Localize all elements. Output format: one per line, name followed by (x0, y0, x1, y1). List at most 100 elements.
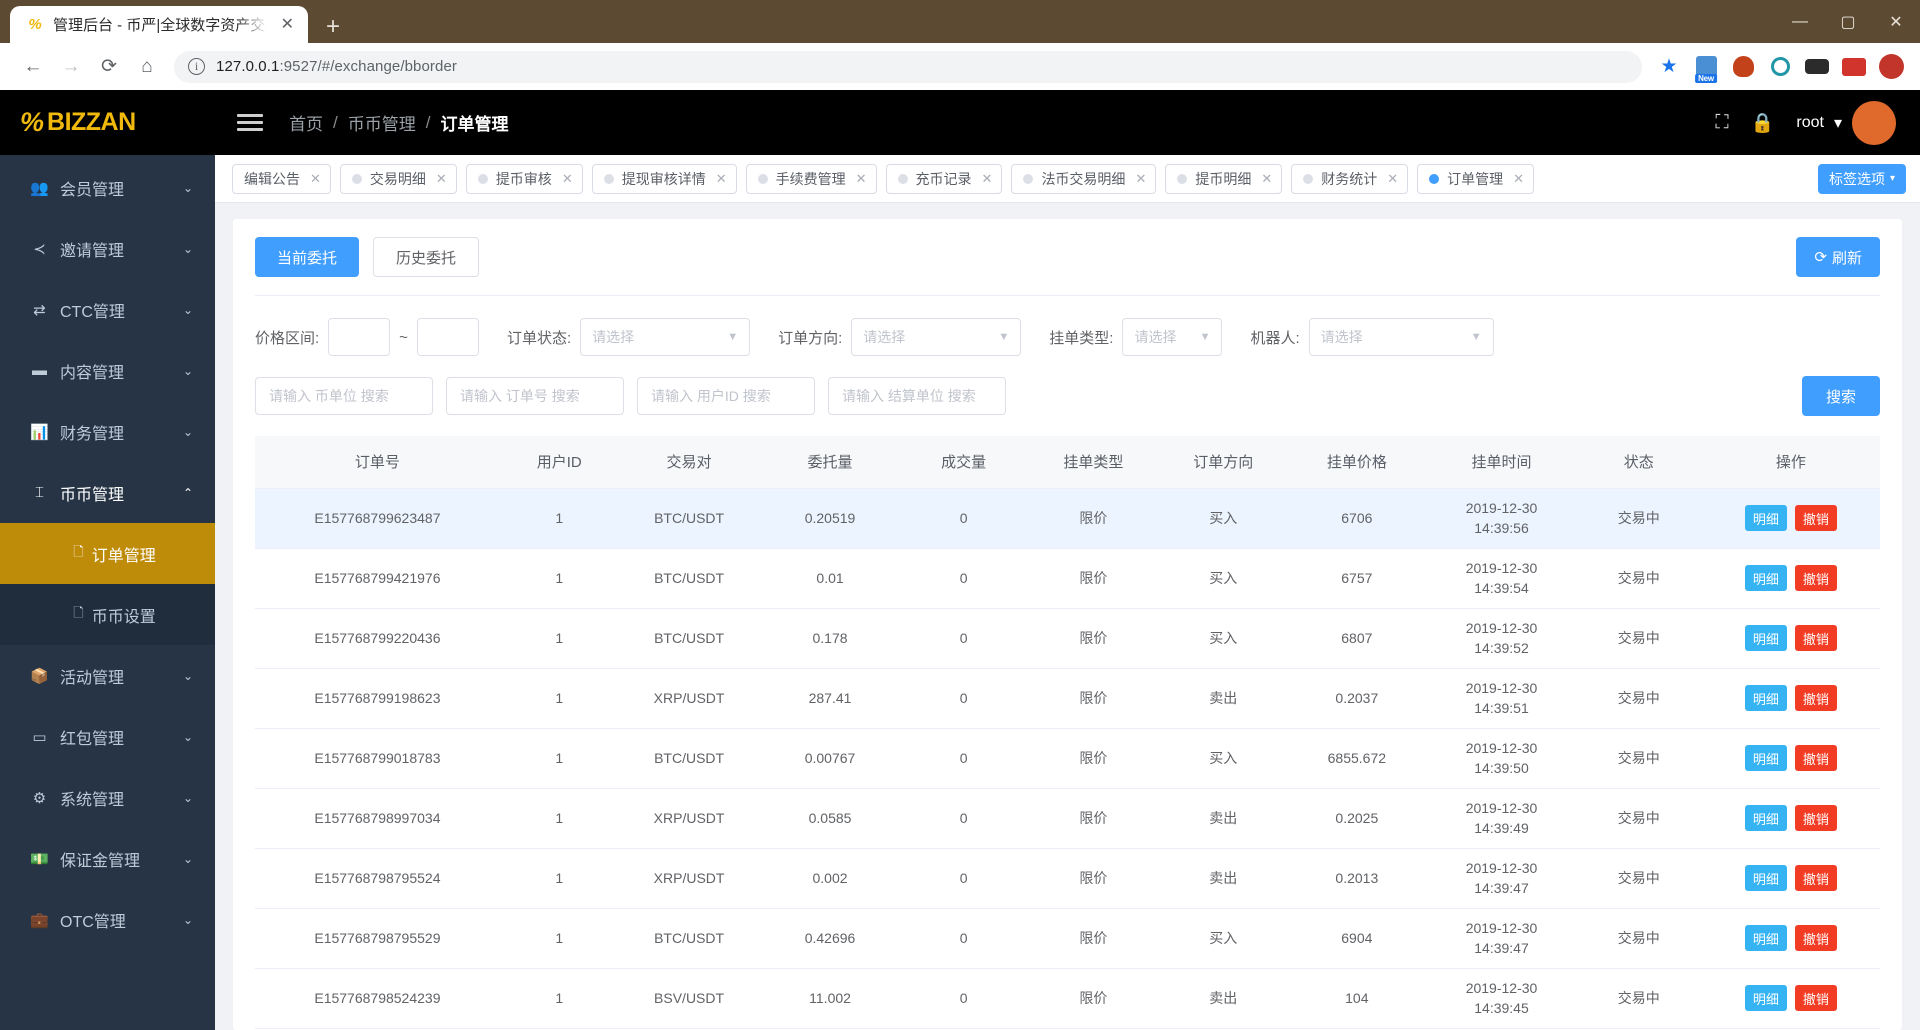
cancel-order-button[interactable]: 撤销 (1794, 925, 1837, 951)
browser-tab[interactable]: % 管理后台 - 币严|全球数字资产交易平台 ✕ (10, 6, 308, 43)
close-icon[interactable]: ✕ (1261, 171, 1272, 187)
extension-circle-icon[interactable] (1767, 54, 1793, 80)
tab-deposit-record[interactable]: 充币记录 ✕ (885, 163, 1003, 194)
sidebar-subitem-order-management[interactable]: 🗋 订单管理 (0, 523, 215, 584)
avatar[interactable] (1852, 100, 1896, 145)
table-row[interactable]: E157768798795529 1 BTC/USDT 0.42696 0 限价 买入 690… (255, 908, 1880, 969)
close-icon[interactable]: ✕ (1135, 171, 1146, 187)
tab-withdraw-detail[interactable]: 提币明细 ✕ (1165, 163, 1283, 194)
table-row[interactable]: E157768798997034 1 XRP/USDT 0.0585 0 限价 卖出 0.20… (255, 788, 1880, 849)
current-entrust-button[interactable]: 当前委托 (255, 237, 360, 277)
close-icon[interactable]: ✕ (277, 16, 298, 33)
cancel-order-button[interactable]: 撤销 (1794, 805, 1837, 831)
table-row[interactable]: E157768798524239 1 BSV/USDT 11.002 0 限价 卖出 104 2… (255, 968, 1880, 1029)
sidebar-item-invite[interactable]: ≺ 邀请管理 ⌄ (0, 218, 215, 279)
detail-button[interactable]: 明细 (1744, 745, 1787, 771)
cancel-order-button[interactable]: 撤销 (1794, 565, 1837, 591)
close-icon[interactable]: ✕ (856, 171, 867, 187)
sidebar-item-content[interactable]: ▬ 内容管理 ⌄ (0, 340, 215, 401)
forward-icon[interactable]: → (54, 50, 88, 84)
settle-unit-search-input[interactable]: 请输入 结算单位 搜索 (828, 377, 1006, 415)
sidebar-item-otc[interactable]: 💼 OTC管理 ⌄ (0, 889, 215, 950)
extension-butterfly-icon[interactable] (1730, 54, 1756, 80)
detail-button[interactable]: 明细 (1744, 625, 1787, 651)
cancel-order-button[interactable]: 撤销 (1794, 985, 1837, 1011)
sidebar-item-finance[interactable]: 📊 财务管理 ⌄ (0, 401, 215, 462)
sidebar-item-ctc[interactable]: ⇄ CTC管理 ⌄ (0, 279, 215, 340)
sidebar-subitem-coin-settings[interactable]: 🗋 币币设置 (0, 584, 215, 645)
detail-button[interactable]: 明细 (1744, 985, 1787, 1011)
close-icon[interactable]: ✕ (1513, 171, 1524, 187)
cancel-order-button[interactable]: 撤销 (1794, 505, 1837, 531)
history-entrust-button[interactable]: 历史委托 (373, 237, 480, 277)
table-row[interactable]: E157768799220436 1 BTC/USDT 0.178 0 限价 买入 6807 2… (255, 608, 1880, 669)
price-max-input[interactable] (416, 318, 479, 356)
tab-withdraw-audit-detail[interactable]: 提现审核详情 ✕ (591, 163, 737, 194)
order-status-select[interactable]: 请选择 ▼ (580, 318, 751, 356)
logo[interactable]: % BIZZAN (0, 90, 215, 155)
tab-withdraw-audit[interactable]: 提币审核 ✕ (465, 163, 583, 194)
table-row[interactable]: E157768799421976 1 BTC/USDT 0.01 0 限价 买入 6757 20… (255, 548, 1880, 609)
tab-options-button[interactable]: 标签选项 ▾ (1817, 163, 1906, 194)
site-info-icon[interactable]: i (188, 58, 205, 75)
close-icon[interactable]: ✕ (716, 171, 727, 187)
detail-button[interactable]: 明细 (1744, 805, 1787, 831)
close-icon[interactable]: ✕ (436, 171, 447, 187)
lock-icon[interactable]: 🔒 (1751, 111, 1775, 135)
new-tab-button[interactable]: + (308, 15, 358, 43)
tab-financial-statistics[interactable]: 财务统计 ✕ (1291, 163, 1409, 194)
cancel-order-button[interactable]: 撤销 (1794, 685, 1837, 711)
fullscreen-icon[interactable]: ⛶ (1715, 112, 1728, 134)
tab-order-management[interactable]: 订单管理 ✕ (1417, 163, 1535, 194)
cancel-order-button[interactable]: 撤销 (1794, 745, 1837, 771)
refresh-button[interactable]: ⟳ 刷新 (1796, 237, 1880, 277)
home-icon[interactable]: ⌂ (130, 50, 164, 84)
menu-toggle-icon[interactable] (237, 114, 263, 131)
coin-unit-search-input[interactable]: 请输入 币单位 搜索 (255, 377, 433, 415)
cancel-order-button[interactable]: 撤销 (1794, 865, 1837, 891)
tab-trade-detail[interactable]: 交易明细 ✕ (339, 163, 457, 194)
sidebar-item-system[interactable]: ⚙ 系统管理 ⌄ (0, 767, 215, 828)
tab-fiat-trade-detail[interactable]: 法币交易明细 ✕ (1011, 163, 1157, 194)
detail-button[interactable]: 明细 (1744, 685, 1787, 711)
breadcrumb-item-home[interactable]: 首页 (289, 110, 323, 135)
cancel-order-button[interactable]: 撤销 (1794, 625, 1837, 651)
detail-button[interactable]: 明细 (1744, 565, 1787, 591)
order-no-search-input[interactable]: 请输入 订单号 搜索 (446, 377, 624, 415)
robot-select[interactable]: 请选择 ▼ (1308, 318, 1494, 356)
sidebar-item-redpacket[interactable]: ▭ 红包管理 ⌄ (0, 706, 215, 767)
reload-icon[interactable]: ⟳ (92, 50, 126, 84)
search-button[interactable]: 搜索 (1801, 376, 1880, 416)
sidebar-item-activity[interactable]: 📦 活动管理 ⌄ (0, 645, 215, 706)
address-bar[interactable]: i 127.0.0.1:9527/#/exchange/bborder (174, 50, 1642, 83)
tab-edit-announcement[interactable]: 编辑公告 ✕ (232, 163, 331, 194)
minimize-button[interactable]: — (1776, 0, 1824, 43)
user-menu[interactable]: root ▾ (1796, 100, 1896, 145)
extension-new-icon[interactable]: New (1693, 54, 1719, 83)
sidebar-item-margin[interactable]: 💵 保证金管理 ⌄ (0, 828, 215, 889)
table-row[interactable]: E157768799623487 1 BTC/USDT 0.20519 0 限价 买入 670… (255, 488, 1880, 549)
tab-fee-management[interactable]: 手续费管理 ✕ (745, 163, 877, 194)
profile-avatar-icon[interactable] (1878, 54, 1904, 80)
back-icon[interactable]: ← (16, 50, 50, 84)
close-icon[interactable]: ✕ (1387, 171, 1398, 187)
detail-button[interactable]: 明细 (1744, 505, 1787, 531)
close-icon[interactable]: ✕ (310, 171, 321, 187)
entrust-type-select[interactable]: 请选择 ▼ (1122, 318, 1223, 356)
close-icon[interactable]: ✕ (562, 171, 573, 187)
table-row[interactable]: E157768799018783 1 BTC/USDT 0.00767 0 限价 买入 685… (255, 728, 1880, 789)
order-direction-select[interactable]: 请选择 ▼ (851, 318, 1022, 356)
table-row[interactable]: E157768798795524 1 XRP/USDT 0.002 0 限价 卖出 0.201… (255, 848, 1880, 909)
window-close-button[interactable]: ✕ (1872, 0, 1920, 43)
table-row[interactable]: E157768799198623 1 XRP/USDT 287.41 0 限价 卖出 0.20… (255, 668, 1880, 729)
sidebar-item-members[interactable]: 👥 会员管理 ⌄ (0, 157, 215, 218)
breadcrumb-item-coin[interactable]: 币币管理 (348, 110, 416, 135)
sidebar-item-coin-management[interactable]: ⌶ 币币管理 ⌃ (0, 462, 215, 523)
price-min-input[interactable] (328, 318, 391, 356)
detail-button[interactable]: 明细 (1744, 925, 1787, 951)
extension-glasses-icon[interactable] (1804, 54, 1830, 80)
bookmark-star-icon[interactable]: ★ (1656, 54, 1682, 80)
extension-red-icon[interactable] (1841, 54, 1867, 80)
user-id-search-input[interactable]: 请输入 用户ID 搜索 (637, 377, 815, 415)
detail-button[interactable]: 明细 (1744, 865, 1787, 891)
